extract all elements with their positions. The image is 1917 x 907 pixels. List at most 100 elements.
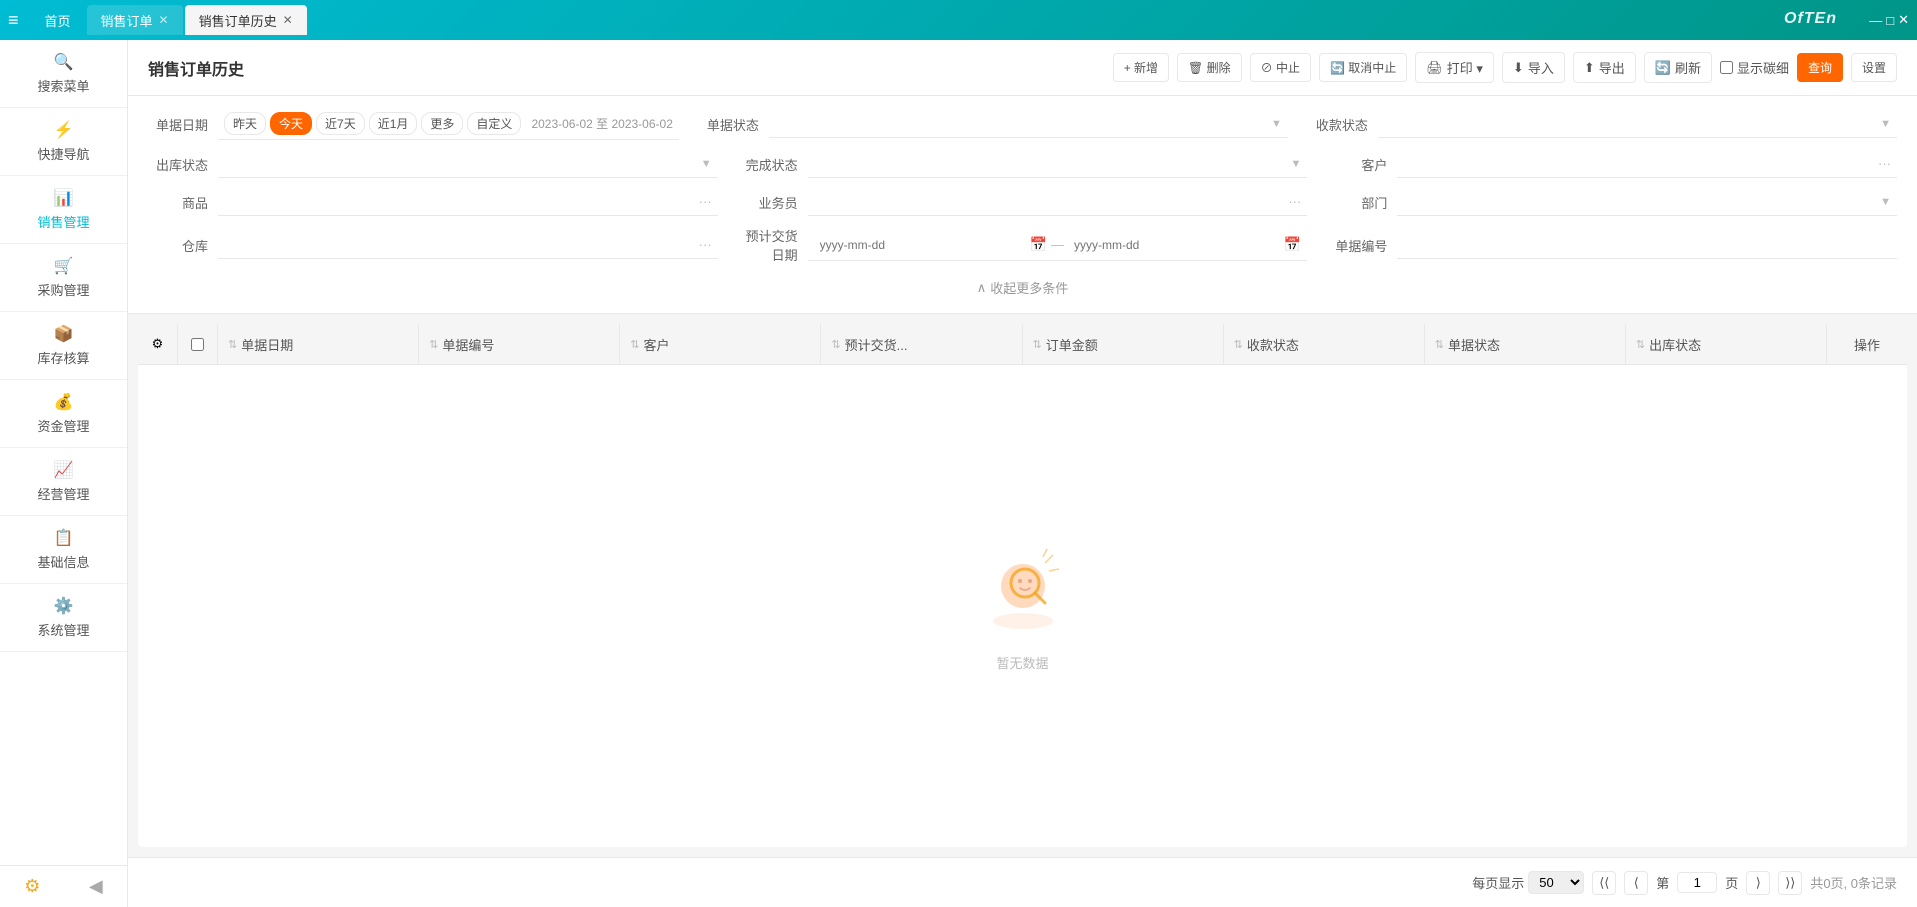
- new-button[interactable]: + 新增: [1113, 53, 1169, 82]
- refresh-icon: 🔄: [1655, 60, 1671, 76]
- complete-status-select[interactable]: ▼: [808, 150, 1308, 178]
- query-button[interactable]: 查询: [1797, 53, 1843, 82]
- th-amount[interactable]: ⇅ 订单金额: [1023, 324, 1224, 364]
- app-logo: ≡: [8, 10, 19, 31]
- warehouse-input[interactable]: ···: [218, 231, 718, 259]
- collapse-up-icon: ∧: [977, 280, 987, 296]
- expected-delivery-start[interactable]: [814, 234, 1026, 256]
- customer-input[interactable]: ···: [1397, 150, 1897, 178]
- sidebar-item-purchase-mgmt[interactable]: 🛒 采购管理: [0, 244, 127, 312]
- table-area: ⚙ ⇅ 单据日期 ⇅ 单据编号 ⇅ 客户 ⇅: [138, 324, 1907, 847]
- first-page-btn[interactable]: ⟨⟨: [1592, 871, 1616, 895]
- th-outbound-status-label: 出库状态: [1649, 335, 1701, 354]
- sidebar-item-purchase-mgmt-label: 采购管理: [37, 280, 89, 299]
- product-input[interactable]: ···: [218, 188, 718, 216]
- display-cols-toggle[interactable]: 显示碳细: [1720, 58, 1789, 77]
- basic-info-icon: 📋: [54, 528, 74, 548]
- date-yesterday-btn[interactable]: 昨天: [224, 112, 266, 135]
- per-page-select[interactable]: 10 20 50 100: [1528, 871, 1584, 894]
- tab-sales-order-history[interactable]: 销售订单历史 ✕: [185, 5, 307, 35]
- order-no-label: 单据编号: [1327, 236, 1397, 255]
- th-order-no[interactable]: ⇅ 单据编号: [419, 324, 620, 364]
- stop-button[interactable]: ⊘ 中止: [1250, 53, 1311, 82]
- capital-mgmt-icon: 💰: [54, 392, 74, 412]
- window-close-btn[interactable]: — □ ✕: [1869, 12, 1909, 28]
- page-header: 销售订单历史 + 新增 🗑 删除 ⊘ 中止 🔄 取消中止 🖨 🖨 打印 打印 ▾…: [128, 40, 1917, 96]
- sidebar-item-basic-info[interactable]: 📋 基础信息: [0, 516, 127, 584]
- sidebar-item-inventory-mgmt[interactable]: 📦 库存核算: [0, 312, 127, 380]
- cancel-stop-button[interactable]: 🔄 取消中止: [1319, 53, 1407, 82]
- th-customer-sort-icon: ⇅: [630, 338, 639, 351]
- current-page-input[interactable]: [1677, 872, 1717, 893]
- order-status-select[interactable]: ▼: [769, 110, 1288, 138]
- tab-sales-order-history-close[interactable]: ✕: [283, 13, 293, 27]
- prev-page-btn[interactable]: ⟨: [1624, 871, 1648, 895]
- brand-label: OfTEn: [1784, 10, 1837, 28]
- import-button[interactable]: ⬇ 导入: [1502, 52, 1565, 83]
- sidebar-item-sys-mgmt-label: 系统管理: [37, 620, 89, 639]
- complete-status-arrow-icon: ▼: [1290, 158, 1301, 170]
- current-page-prefix: 第: [1656, 873, 1669, 892]
- delete-button[interactable]: 🗑 删除: [1177, 53, 1242, 82]
- tab-home[interactable]: 首页: [31, 5, 85, 35]
- tab-sales-order[interactable]: 销售订单 ✕: [87, 5, 183, 35]
- ops-mgmt-icon: 📈: [54, 460, 74, 480]
- payment-status-select[interactable]: ▼: [1378, 110, 1897, 138]
- main-layout: 🔍 搜索菜单 ⚡ 快捷导航 📊 销售管理 🛒 采购管理 📦 库存核算 💰 资金管…: [0, 40, 1917, 907]
- per-page-label: 每页显示: [1472, 873, 1524, 892]
- sidebar-settings-icon[interactable]: ⚙: [24, 876, 40, 897]
- date-today-btn[interactable]: 今天: [270, 112, 312, 135]
- refresh-button[interactable]: 🔄 刷新: [1644, 52, 1712, 83]
- tab-sales-order-history-label: 销售订单历史: [199, 11, 277, 30]
- export-icon: ⬆: [1584, 60, 1595, 76]
- sidebar-item-capital-mgmt[interactable]: 💰 资金管理: [0, 380, 127, 448]
- th-date[interactable]: ⇅ 单据日期: [218, 324, 419, 364]
- sidebar-item-sales-mgmt[interactable]: 📊 销售管理: [0, 176, 127, 244]
- sidebar-item-sys-mgmt[interactable]: ⚙️ 系统管理: [0, 584, 127, 652]
- quick-nav-icon: ⚡: [54, 120, 74, 140]
- th-payment-status[interactable]: ⇅ 收款状态: [1224, 324, 1425, 364]
- print-button[interactable]: 🖨 🖨 打印 打印 ▾: [1415, 52, 1494, 83]
- export-button[interactable]: ⬆ 导出: [1573, 52, 1636, 83]
- select-all-checkbox-cell[interactable]: [178, 324, 218, 364]
- date-custom-btn[interactable]: 自定义: [467, 112, 521, 135]
- th-customer[interactable]: ⇅ 客户: [620, 324, 821, 364]
- warehouse-label: 仓库: [148, 236, 218, 255]
- date-more-btn[interactable]: 更多: [421, 112, 463, 135]
- outbound-status-select[interactable]: ▼: [218, 150, 718, 178]
- th-order-status[interactable]: ⇅ 单据状态: [1425, 324, 1626, 364]
- total-info: 共0页, 0条记录: [1810, 873, 1897, 892]
- complete-status-label: 完成状态: [738, 155, 808, 174]
- order-no-input[interactable]: [1397, 231, 1897, 259]
- th-expected-delivery[interactable]: ⇅ 预计交货...: [821, 324, 1022, 364]
- collapse-bar[interactable]: ∧ 收起更多条件: [148, 274, 1897, 301]
- tab-sales-order-label: 销售订单: [101, 11, 153, 30]
- sidebar-item-quick-nav[interactable]: ⚡ 快捷导航: [0, 108, 127, 176]
- select-all-checkbox[interactable]: [191, 338, 204, 351]
- salesperson-input[interactable]: ···: [808, 188, 1308, 216]
- sidebar-collapse-icon[interactable]: ◀: [89, 876, 103, 897]
- date-1month-btn[interactable]: 近1月: [369, 112, 418, 135]
- sidebar-item-ops-mgmt[interactable]: 📈 经营管理: [0, 448, 127, 516]
- expected-delivery-end[interactable]: [1068, 234, 1280, 256]
- top-bar: ≡ 首页 销售订单 ✕ 销售订单历史 ✕ OfTEn — □ ✕: [0, 0, 1917, 40]
- sidebar-item-search-menu[interactable]: 🔍 搜索菜单: [0, 40, 127, 108]
- display-cols-checkbox[interactable]: [1720, 61, 1733, 74]
- department-select[interactable]: ▼: [1397, 188, 1897, 216]
- delivery-calendar-icon-1[interactable]: 📅: [1030, 236, 1047, 253]
- table-header: ⚙ ⇅ 单据日期 ⇅ 单据编号 ⇅ 客户 ⇅: [138, 324, 1907, 365]
- last-page-btn[interactable]: ⟩⟩: [1778, 871, 1802, 895]
- delivery-calendar-icon-2[interactable]: 📅: [1284, 236, 1301, 253]
- page-suffix: 页: [1725, 873, 1738, 892]
- sales-mgmt-icon: 📊: [54, 188, 74, 208]
- th-outbound-status[interactable]: ⇅ 出库状态: [1626, 324, 1827, 364]
- th-order-status-label: 单据状态: [1448, 335, 1500, 354]
- table-settings-btn[interactable]: ⚙: [138, 324, 178, 364]
- department-arrow-icon: ▼: [1880, 196, 1891, 208]
- tab-sales-order-close[interactable]: ✕: [159, 13, 169, 27]
- next-page-btn[interactable]: ⟩: [1746, 871, 1770, 895]
- date-7days-btn[interactable]: 近7天: [316, 112, 365, 135]
- settings-button[interactable]: 设置: [1851, 53, 1897, 82]
- th-expected-delivery-sort-icon: ⇅: [831, 338, 840, 351]
- th-order-status-sort-icon: ⇅: [1435, 338, 1444, 351]
